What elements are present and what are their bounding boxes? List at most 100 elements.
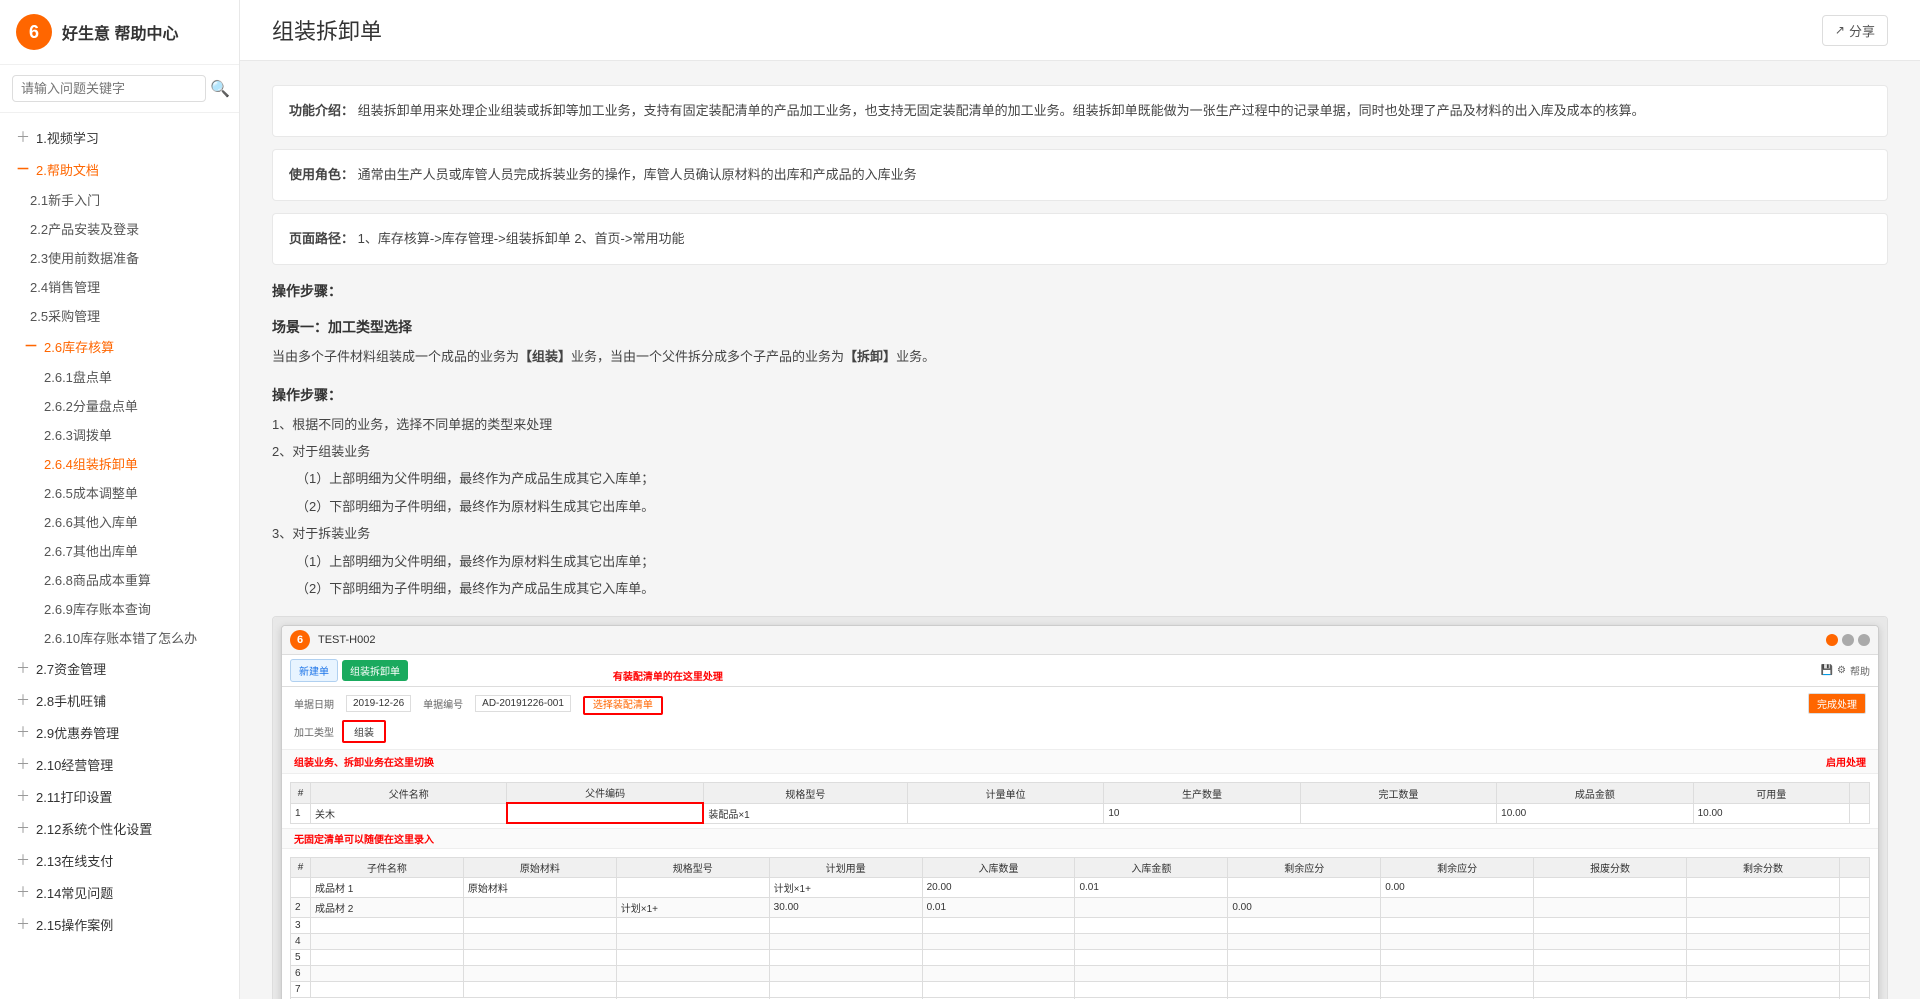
fake-annotations-row: 组装业务、拆卸业务在这里切换 启用处理 — [282, 750, 1878, 774]
table-row: 4 — [291, 934, 1870, 950]
sidebar-item-2-15[interactable]: ＋ 2.15操作案例 — [0, 908, 239, 940]
plus-icon-2-12: ＋ — [16, 818, 30, 838]
page-title: 组装拆卸单 — [272, 14, 382, 46]
role-box: 使用角色： 通常由生产人员或库管人员完成拆装业务的操作，库管人员确认原材料的出库… — [272, 149, 1888, 201]
sidebar-label-2-11: 2.11打印设置 — [36, 787, 112, 806]
nav-sub-2-1[interactable]: 2.1新手入门 — [0, 185, 239, 214]
nav-sub-2-2[interactable]: 2.2产品安装及登录 — [0, 214, 239, 243]
fake-select-btn[interactable]: 选择装配清单 — [583, 696, 663, 715]
share-icon: ↗ — [1835, 23, 1845, 37]
intro-text: 组装拆卸单用来处理企业组装或拆卸等加工业务，支持有固定装配清单的产品加工业务，也… — [358, 103, 1645, 118]
table-row: 7 — [291, 982, 1870, 998]
minus-icon-2-6: － — [24, 336, 38, 356]
plus-icon-2-14: ＋ — [16, 882, 30, 902]
annotation-label-3: 启用处理 — [1826, 754, 1866, 769]
fake-form-label-date: 单据日期 — [294, 696, 334, 711]
nav-sub-2-6-1[interactable]: 2.6.1盘点单 — [0, 362, 239, 391]
nav-sub-2-3[interactable]: 2.3使用前数据准备 — [0, 243, 239, 272]
annotation-label-4: 无固定清单可以随便在这里录入 — [294, 835, 434, 846]
sidebar-item-2-11[interactable]: ＋ 2.11打印设置 — [0, 780, 239, 812]
sidebar-item-2-8[interactable]: ＋ 2.8手机旺铺 — [0, 684, 239, 716]
nav-sub-2-6-4[interactable]: 2.6.4组装拆卸单 — [0, 449, 239, 478]
plus-icon-2-7: ＋ — [16, 658, 30, 678]
sidebar-label-1: 1.视频学习 — [36, 128, 99, 147]
sidebar-item-2[interactable]: － 2.帮助文档 — [0, 153, 239, 185]
ops-heading: 操作步骤： — [272, 281, 1888, 301]
path-label: 页面路径： — [289, 231, 354, 246]
nav-sub-2-4[interactable]: 2.4销售管理 — [0, 272, 239, 301]
plus-icon-2-11: ＋ — [16, 786, 30, 806]
scene1-heading: 场景一：加工类型选择 — [272, 317, 1888, 337]
screenshot-container: 6 TEST-H002 新建单 组装拆卸单 💾 — [272, 616, 1888, 999]
intro-label: 功能介绍： — [289, 103, 354, 118]
scene1-desc: 当由多个子件材料组装成一个成品的业务为【组装】业务，当由一个父件拆分成多个子产品… — [272, 345, 1888, 368]
sidebar: 6 好生意 帮助中心 🔍 ＋ 1.视频学习 － 2.帮助文档 2.1新手入门 2… — [0, 0, 240, 999]
main-content: 组装拆卸单 ↗ 分享 功能介绍： 组装拆卸单用来处理企业组装或拆卸等加工业务，支… — [240, 0, 1920, 999]
fake-app-id: TEST-H002 — [318, 634, 375, 646]
fake-lower-table: # 子件名称 原始材料 规格型号 计划用量 入库数量 入库金额 剩余应分 剩余应… — [282, 849, 1878, 999]
annotation-label-2: 组装业务、拆卸业务在这里切换 — [294, 754, 434, 769]
sidebar-label-2-12: 2.12系统个性化设置 — [36, 819, 152, 838]
nav-sub-2-6-8[interactable]: 2.6.8商品成本重算 — [0, 565, 239, 594]
sidebar-item-1[interactable]: ＋ 1.视频学习 — [0, 121, 239, 153]
step2-sub1: （1）上部明细为父件明细，最终作为产成品生成其它入库单； — [296, 467, 1888, 490]
nav-sub-2-6-2[interactable]: 2.6.2分量盘点单 — [0, 391, 239, 420]
nav-sub-2-5[interactable]: 2.5采购管理 — [0, 301, 239, 330]
top-bar: 组装拆卸单 ↗ 分享 — [240, 0, 1920, 61]
fake-form-label-no: 单据编号 — [423, 696, 463, 711]
win-icon-1 — [1826, 634, 1838, 646]
table-row: 1 关木 装配品×1 10 10.00 10.00 — [291, 803, 1870, 823]
role-text: 通常由生产人员或库管人员完成拆装业务的操作，库管人员确认原材料的出库和产成品的入… — [358, 167, 917, 182]
search-input[interactable] — [12, 75, 206, 102]
fake-process-label: 加工类型 — [294, 724, 334, 739]
minus-icon-2: － — [16, 159, 30, 179]
sidebar-label-2-14: 2.14常见问题 — [36, 883, 113, 902]
table-row: 6 — [291, 966, 1870, 982]
fake-nav-icon-1: 💾 — [1821, 665, 1833, 676]
sidebar-item-2-14[interactable]: ＋ 2.14常见问题 — [0, 876, 239, 908]
win-icon-3 — [1858, 634, 1870, 646]
table-row: 2 成品材 2 计划×1+ 30.00 0.01 0.00 — [291, 898, 1870, 918]
nav-sub-2-6-5[interactable]: 2.6.5成本调整单 — [0, 478, 239, 507]
content-area: 功能介绍： 组装拆卸单用来处理企业组装或拆卸等加工业务，支持有固定装配清单的产品… — [240, 61, 1920, 999]
sidebar-item-2-7[interactable]: ＋ 2.7资金管理 — [0, 652, 239, 684]
sidebar-item-2-13[interactable]: ＋ 2.13在线支付 — [0, 844, 239, 876]
step2: 2、对于组装业务 — [272, 440, 1888, 463]
step1: 1、根据不同的业务，选择不同单据的类型来处理 — [272, 413, 1888, 436]
sidebar-label-2-9: 2.9优惠券管理 — [36, 723, 119, 742]
step2-sub2: （2）下部明细为子件明细，最终作为原材料生成其它出库单。 — [296, 495, 1888, 518]
table-row: 成品材 1 原始材料 计划×1+ 20.00 0.01 0.00 — [291, 878, 1870, 898]
plus-icon-2-13: ＋ — [16, 850, 30, 870]
nav-sub-2-6-9[interactable]: 2.6.9库存账本查询 — [0, 594, 239, 623]
role-label: 使用角色： — [289, 167, 354, 182]
fake-confirm-btn[interactable]: 完成处理 — [1808, 693, 1866, 714]
nav-sub-2-6-6[interactable]: 2.6.6其他入库单 — [0, 507, 239, 536]
sidebar-item-2-12[interactable]: ＋ 2.12系统个性化设置 — [0, 812, 239, 844]
step3: 3、对于拆装业务 — [272, 522, 1888, 545]
sidebar-item-2-10[interactable]: ＋ 2.10经营管理 — [0, 748, 239, 780]
nav-sub-2-6-10[interactable]: 2.6.10库存账本错了怎么办 — [0, 623, 239, 652]
plus-icon-2-15: ＋ — [16, 914, 30, 934]
sidebar-item-2-6[interactable]: － 2.6库存核算 — [0, 330, 239, 362]
share-button[interactable]: ↗ 分享 — [1822, 15, 1888, 46]
fake-tab-active[interactable]: 组装拆卸单 — [342, 660, 408, 681]
logo-text: 好生意 帮助中心 — [62, 20, 178, 44]
sidebar-label-2: 2.帮助文档 — [36, 160, 99, 179]
fake-process-row: 加工类型 组装 — [294, 720, 1866, 743]
table-row: 3 — [291, 918, 1870, 934]
path-box: 页面路径： 1、库存核算->库存管理->组装拆卸单 2、首页->常用功能 — [272, 213, 1888, 265]
search-button[interactable]: 🔍 — [210, 79, 230, 99]
fake-form-no: AD-20191226-001 — [475, 695, 571, 712]
plus-icon-2-9: ＋ — [16, 722, 30, 742]
nav-sub-2-6-3[interactable]: 2.6.3调拨单 — [0, 420, 239, 449]
annotation-1: 有装配清单的在这里处理 — [613, 668, 723, 683]
logo-icon: 6 — [16, 14, 52, 50]
sidebar-label-2-6: 2.6库存核算 — [44, 337, 114, 356]
sidebar-item-2-9[interactable]: ＋ 2.9优惠券管理 — [0, 716, 239, 748]
nav-sub-2-6-7[interactable]: 2.6.7其他出库单 — [0, 536, 239, 565]
screenshot-inner: 6 TEST-H002 新建单 组装拆卸单 💾 — [273, 617, 1887, 999]
fake-tab-new[interactable]: 新建单 — [290, 659, 338, 682]
nav-tree: ＋ 1.视频学习 － 2.帮助文档 2.1新手入门 2.2产品安装及登录 2.3… — [0, 113, 239, 999]
win-icon-2 — [1842, 634, 1854, 646]
fake-process-val[interactable]: 组装 — [342, 720, 386, 743]
